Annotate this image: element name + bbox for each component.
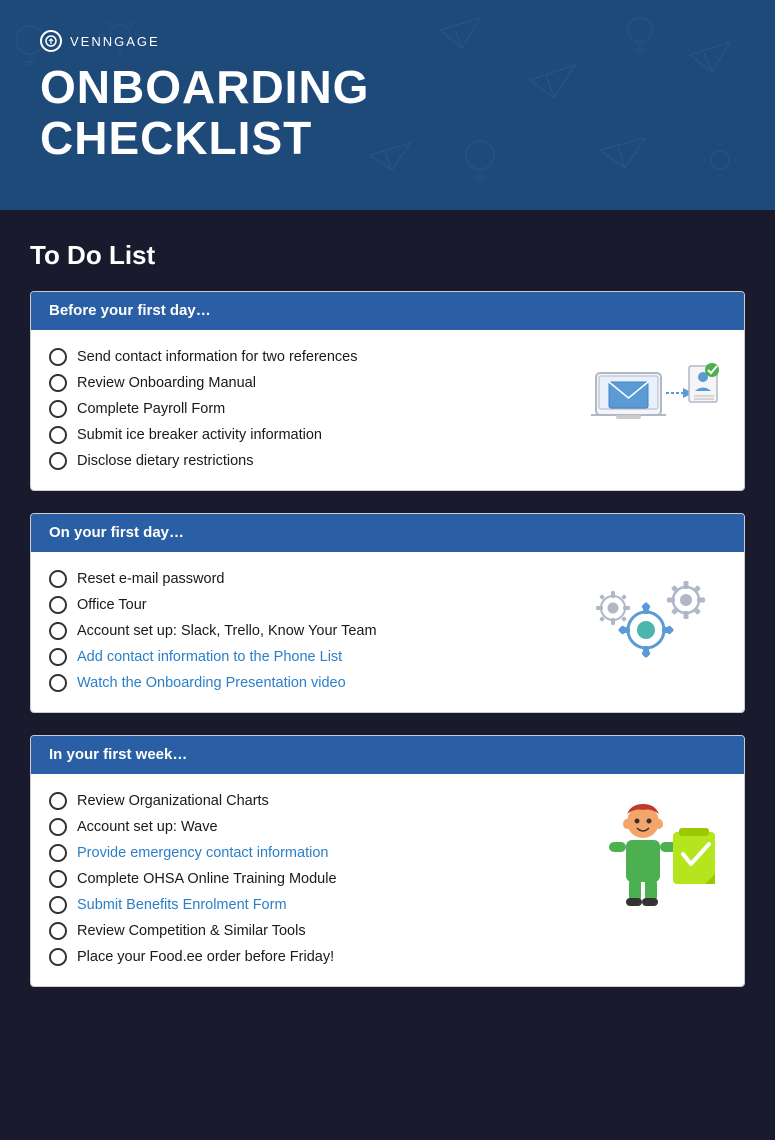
list-item: Complete OHSA Online Training Module — [49, 870, 576, 888]
checkbox-circle[interactable] — [49, 348, 67, 366]
checkbox-circle[interactable] — [49, 570, 67, 588]
main-content: To Do List Before your first day… Send c… — [0, 210, 775, 1049]
section-header-first-week: In your first week… — [31, 736, 744, 774]
checkbox-circle[interactable] — [49, 844, 67, 862]
checkbox-circle[interactable] — [49, 374, 67, 392]
checkbox-circle[interactable] — [49, 922, 67, 940]
section-header-label: On your first day… — [49, 524, 184, 541]
checklist-items-first-week: Review Organizational Charts Account set… — [49, 792, 576, 966]
section-body-first-day: Reset e-mail password Office Tour Accoun… — [31, 552, 744, 712]
section-title: To Do List — [30, 240, 745, 271]
section-icon-before — [586, 348, 726, 448]
section-header-before: Before your first day… — [31, 292, 744, 330]
list-item-link: Add contact information to the Phone Lis… — [49, 648, 576, 666]
section-body-first-week: Review Organizational Charts Account set… — [31, 774, 744, 986]
list-item: Review Organizational Charts — [49, 792, 576, 810]
page-header: VENNGAGE ONBOARDING CHECKLIST — [0, 0, 775, 210]
list-item: Submit ice breaker activity information — [49, 426, 576, 444]
section-before-first-day: Before your first day… Send contact info… — [30, 291, 745, 491]
list-item: Account set up: Slack, Trello, Know Your… — [49, 622, 576, 640]
section-header-first-day: On your first day… — [31, 514, 744, 552]
section-header-label: Before your first day… — [49, 302, 211, 319]
checkbox-circle[interactable] — [49, 622, 67, 640]
checkbox-circle[interactable] — [49, 400, 67, 418]
checkbox-circle[interactable] — [49, 596, 67, 614]
list-item: Reset e-mail password — [49, 570, 576, 588]
list-item-link: Watch the Onboarding Presentation video — [49, 674, 576, 692]
section-header-label: In your first week… — [49, 746, 187, 763]
list-item-link: Provide emergency contact information — [49, 844, 576, 862]
list-item: Account set up: Wave — [49, 818, 576, 836]
list-item: Review Competition & Similar Tools — [49, 922, 576, 940]
checkbox-circle[interactable] — [49, 648, 67, 666]
section-first-week: In your first week… Review Organizationa… — [30, 735, 745, 987]
list-item: Disclose dietary restrictions — [49, 452, 576, 470]
checkbox-circle[interactable] — [49, 948, 67, 966]
checkbox-circle[interactable] — [49, 896, 67, 914]
list-item-link: Submit Benefits Enrolment Form — [49, 896, 576, 914]
checkbox-circle[interactable] — [49, 792, 67, 810]
checkbox-circle[interactable] — [49, 818, 67, 836]
list-item: Office Tour — [49, 596, 576, 614]
checkbox-circle[interactable] — [49, 870, 67, 888]
checklist-items-before: Send contact information for two referen… — [49, 348, 576, 470]
checkbox-circle[interactable] — [49, 674, 67, 692]
list-item: Review Onboarding Manual — [49, 374, 576, 392]
section-icon-first-week — [586, 792, 726, 922]
checkbox-circle[interactable] — [49, 452, 67, 470]
section-body-before: Send contact information for two referen… — [31, 330, 744, 490]
list-item: Send contact information for two referen… — [49, 348, 576, 366]
checkbox-circle[interactable] — [49, 426, 67, 444]
list-item: Place your Food.ee order before Friday! — [49, 948, 576, 966]
list-item: Complete Payroll Form — [49, 400, 576, 418]
section-first-day: On your first day… Reset e-mail password… — [30, 513, 745, 713]
checklist-items-first-day: Reset e-mail password Office Tour Accoun… — [49, 570, 576, 692]
section-icon-first-day — [586, 570, 726, 680]
